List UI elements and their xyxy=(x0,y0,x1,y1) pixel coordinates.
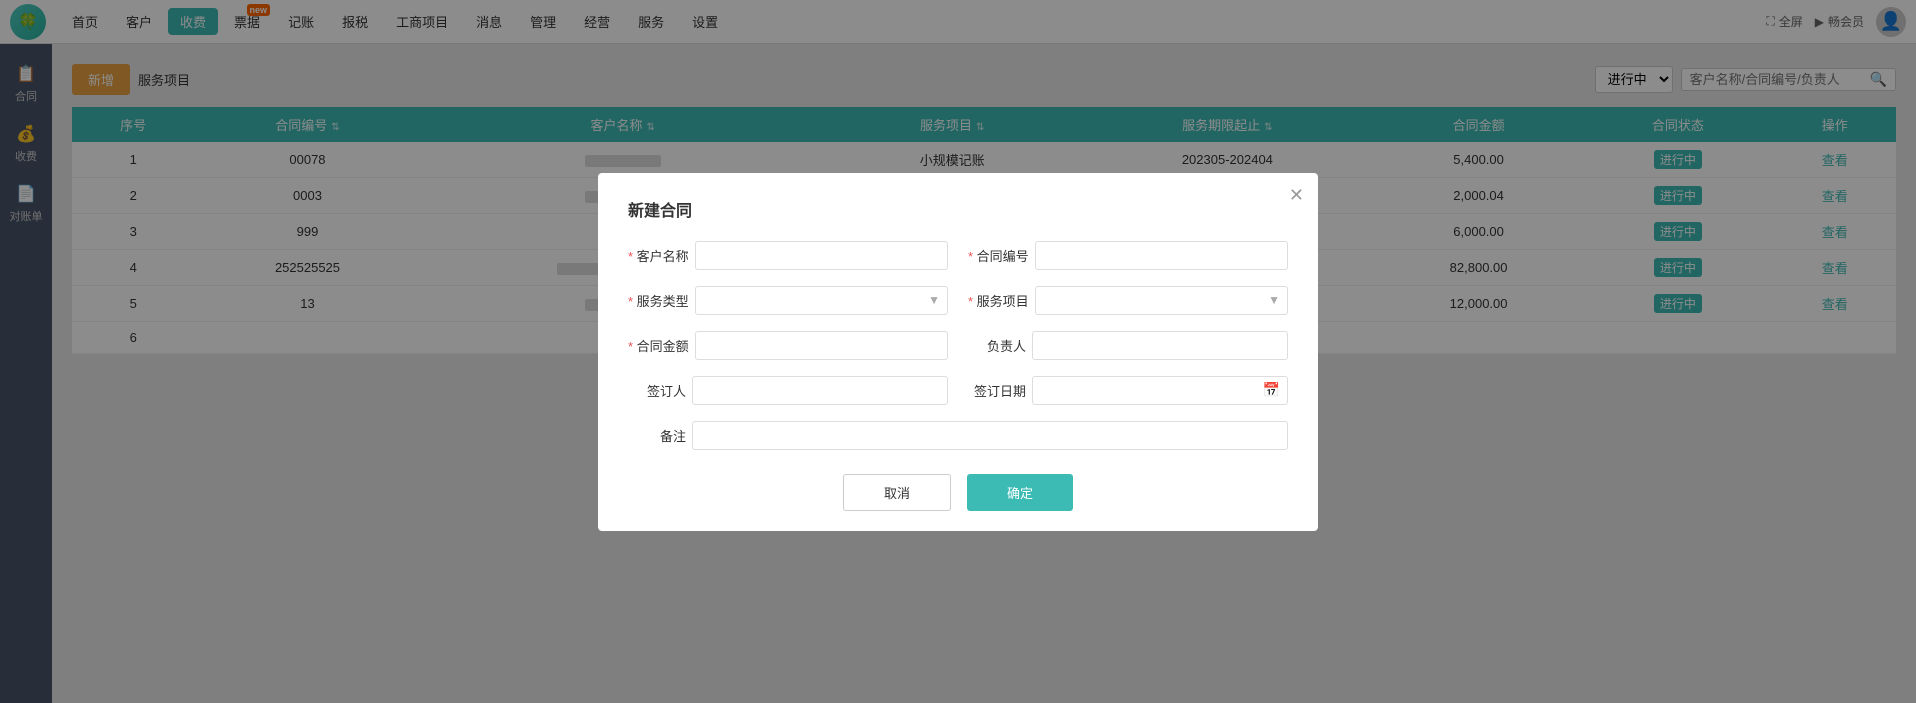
amount-input[interactable]: 0.00 xyxy=(695,331,948,360)
new-contract-modal: ✕ 新建合同 客户名称 合同编号 服务类型 ▼ xyxy=(598,173,1318,531)
signer-input[interactable] xyxy=(692,376,948,405)
confirm-button[interactable]: 确定 xyxy=(967,474,1073,511)
form-row-5: 备注 xyxy=(628,421,1288,450)
signer-label: 签订人 xyxy=(628,381,686,400)
customer-input[interactable] xyxy=(695,241,948,270)
service-item-select[interactable] xyxy=(1035,286,1288,315)
form-group-remark: 备注 xyxy=(628,421,1288,450)
service-type-label: 服务类型 xyxy=(628,291,689,310)
form-row-3: 合同金额 0.00 负责人 xyxy=(628,331,1288,360)
modal-footer: 取消 确定 xyxy=(628,474,1288,511)
remark-label: 备注 xyxy=(628,426,686,445)
form-group-responsible: 负责人 xyxy=(968,331,1288,360)
contract-no-input[interactable] xyxy=(1035,241,1288,270)
sign-date-label: 签订日期 xyxy=(968,381,1026,400)
form-group-customer: 客户名称 xyxy=(628,241,948,270)
form-group-amount: 合同金额 0.00 xyxy=(628,331,948,360)
service-item-label: 服务项目 xyxy=(968,291,1029,310)
modal-close-button[interactable]: ✕ xyxy=(1289,185,1304,206)
form-group-contract-no: 合同编号 xyxy=(968,241,1288,270)
form-group-service-type: 服务类型 ▼ xyxy=(628,286,948,315)
remark-input[interactable] xyxy=(692,421,1288,450)
customer-label: 客户名称 xyxy=(628,246,689,265)
sign-date-wrap: 2023-06-06 📅 xyxy=(1032,376,1288,405)
contract-no-label: 合同编号 xyxy=(968,246,1029,265)
service-item-select-wrap: ▼ xyxy=(1035,286,1288,315)
responsible-input[interactable] xyxy=(1032,331,1288,360)
amount-label: 合同金额 xyxy=(628,336,689,355)
form-row-4: 签订人 签订日期 2023-06-06 📅 xyxy=(628,376,1288,405)
sign-date-input[interactable]: 2023-06-06 xyxy=(1032,376,1288,405)
form-group-sign-date: 签订日期 2023-06-06 📅 xyxy=(968,376,1288,405)
form-group-signer: 签订人 xyxy=(628,376,948,405)
form-row-2: 服务类型 ▼ 服务项目 ▼ xyxy=(628,286,1288,315)
cancel-button[interactable]: 取消 xyxy=(843,474,951,511)
form-group-service-item: 服务项目 ▼ xyxy=(968,286,1288,315)
form-row-1: 客户名称 合同编号 xyxy=(628,241,1288,270)
service-type-select[interactable] xyxy=(695,286,948,315)
service-type-select-wrap: ▼ xyxy=(695,286,948,315)
responsible-label: 负责人 xyxy=(968,336,1026,355)
modal-title: 新建合同 xyxy=(628,197,1288,221)
modal-overlay: ✕ 新建合同 客户名称 合同编号 服务类型 ▼ xyxy=(0,0,1916,703)
